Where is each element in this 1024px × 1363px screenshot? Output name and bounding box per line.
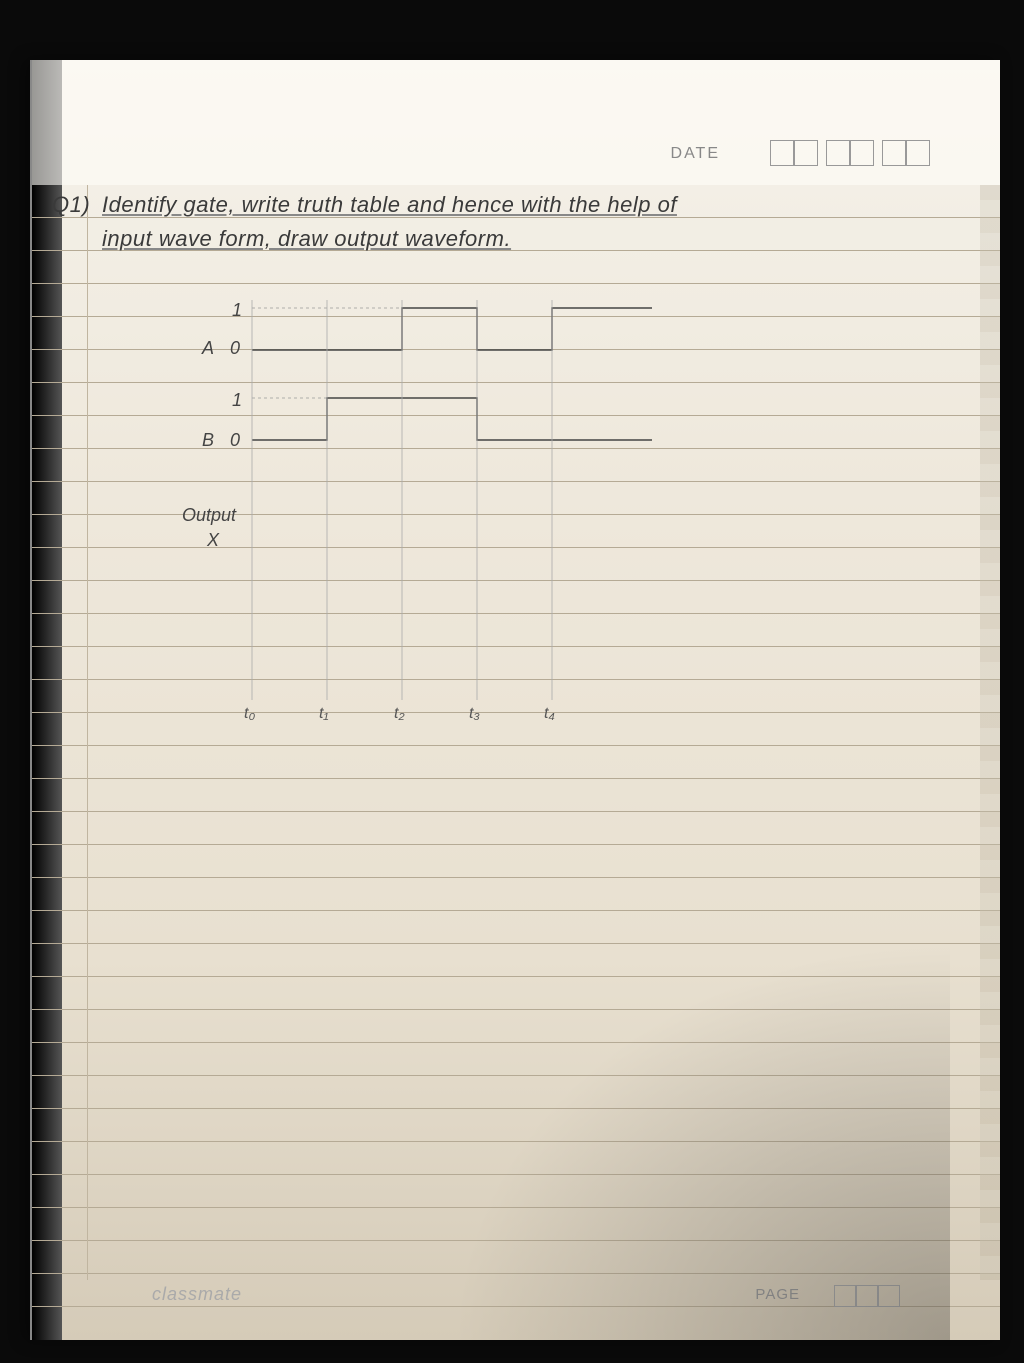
tick-t1: t₁ [319,705,329,723]
date-label: DATE [671,145,720,163]
date-box [794,140,818,166]
question-number: Q1) [52,192,90,218]
tick-t3: t₃ [469,705,480,723]
notebook-page: DATE Q1) Identify gate, write truth t [30,60,1000,1340]
notebook-brand: classmate [152,1284,242,1305]
time-grid [252,300,672,725]
output-label: Output [182,505,236,526]
level-high-b: 1 [232,390,242,411]
page-header: DATE [32,60,1000,185]
tick-t2: t₂ [394,705,405,723]
page-box [878,1285,900,1307]
level-low-a: 0 [230,338,240,359]
timing-diagram: 1 A 0 1 B 0 Output X [222,280,772,740]
tick-t4: t₄ [544,705,555,723]
margin-line [87,185,88,1280]
page-number-boxes [834,1285,900,1307]
question-text-line1: Identify gate, write truth table and hen… [102,192,962,218]
date-boxes [770,140,930,166]
signal-label-b: B [202,430,214,451]
page-box [834,1285,856,1307]
page-box [856,1285,878,1307]
output-symbol: X [207,530,219,551]
level-high-a: 1 [232,300,242,321]
date-box [826,140,850,166]
page-right-edge [980,185,1000,1280]
level-low-b: 0 [230,430,240,451]
tick-t0: t₀ [244,705,255,723]
signal-label-a: A [202,338,214,359]
date-box [906,140,930,166]
date-box [770,140,794,166]
question-text-line2: input wave form, draw output waveform. [102,226,802,252]
date-box [850,140,874,166]
date-box [882,140,906,166]
page-number-label: PAGE [755,1286,800,1303]
